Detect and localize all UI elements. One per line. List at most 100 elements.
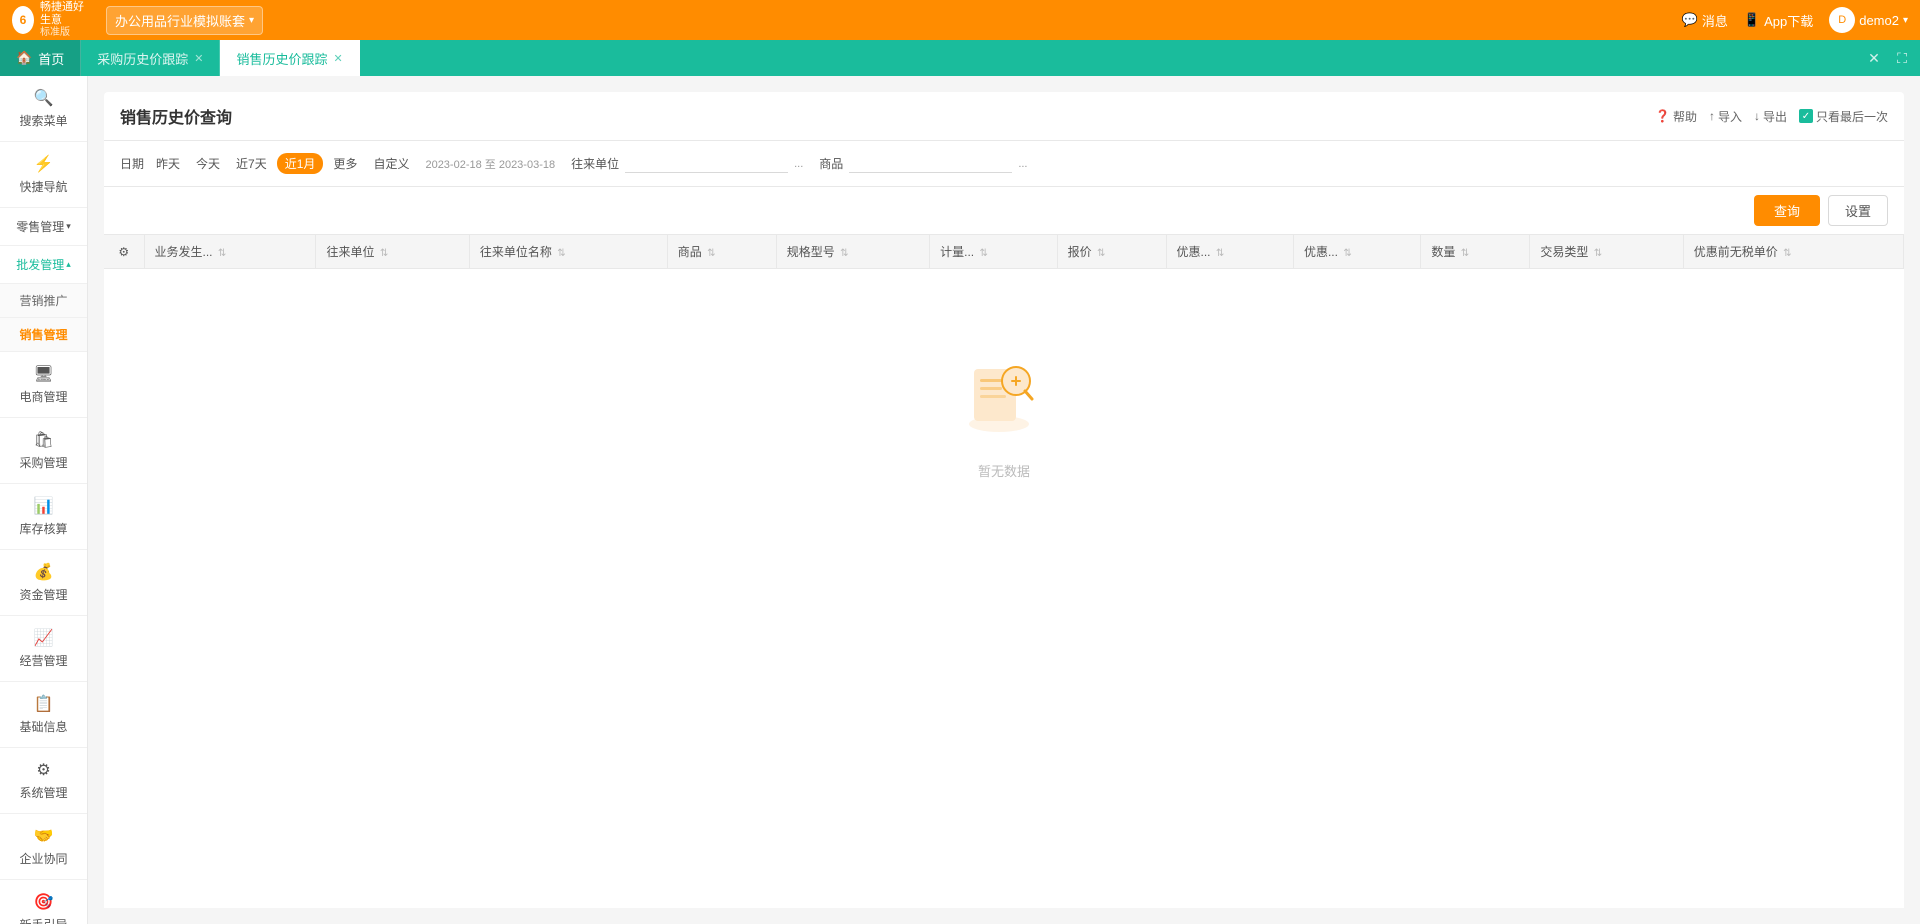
date-btn-last7[interactable]: 近7天: [230, 153, 273, 174]
sort-icon-trade-type: ⇅: [1594, 248, 1602, 259]
search-icon: 🔍: [34, 88, 54, 108]
avatar: D: [1829, 7, 1855, 33]
filter-bar: 日期 昨天 今天 近7天 近1月 更多 自定义 2023-02-18 至 202…: [104, 141, 1904, 187]
th-product[interactable]: 商品 ⇅: [667, 235, 776, 269]
sidebar-item-purchase[interactable]: 🛍 采购管理: [0, 418, 87, 484]
th-discount-amt[interactable]: 优惠... ⇅: [1293, 235, 1420, 269]
sidebar-item-system[interactable]: ⚙ 系统管理: [0, 748, 87, 814]
th-partner-code[interactable]: 往来单位 ⇅: [316, 235, 469, 269]
tab-purchase-history[interactable]: 采购历史价跟踪 ✕: [81, 40, 220, 76]
th-price[interactable]: 报价 ⇅: [1057, 235, 1166, 269]
sidebar-item-finance[interactable]: 💰 资金管理: [0, 550, 87, 616]
sort-icon-spec: ⇅: [840, 248, 848, 259]
purchase-icon: 🛍: [33, 430, 53, 450]
user-menu[interactable]: D demo2 ▾: [1829, 7, 1908, 33]
th-pre-tax-price[interactable]: 优惠前无税单价 ⇅: [1683, 235, 1903, 269]
download-button[interactable]: 📱 App下载: [1744, 11, 1813, 30]
inventory-icon: 📊: [34, 496, 54, 516]
date-btn-custom[interactable]: 自定义: [367, 153, 415, 174]
th-partner-name[interactable]: 往来单位名称 ⇅: [469, 235, 667, 269]
th-quantity[interactable]: 数量 ⇅: [1421, 235, 1530, 269]
system-icon: ⚙: [36, 760, 50, 780]
page-title: 销售历史价查询: [120, 104, 232, 128]
partner-dots: ...: [794, 158, 803, 170]
sidebar-item-sales-mgmt[interactable]: 销售管理: [0, 318, 87, 352]
table-header-row: ⚙ 业务发生... ⇅ 往来单位 ⇅ 往来单位名称: [104, 235, 1904, 269]
only-last-checkbox[interactable]: ✓: [1799, 109, 1813, 123]
sidebar-item-marketing[interactable]: 营销推广: [0, 284, 87, 318]
th-unit[interactable]: 计量... ⇅: [930, 235, 1057, 269]
sidebar-item-wholesale-mgmt[interactable]: 批发管理 ▴: [0, 246, 87, 284]
sidebar-item-basic-info[interactable]: 📋 基础信息: [0, 682, 87, 748]
sidebar-item-quick-nav[interactable]: ⚡ 快捷导航: [0, 142, 87, 208]
empty-icon: [954, 349, 1054, 449]
date-filter-group: 日期 昨天 今天 近7天 近1月 更多 自定义 2023-02-18 至 202…: [120, 153, 555, 174]
ecommerce-icon: 🖥: [33, 364, 53, 384]
tab-actions: ✕ ⛶: [1856, 48, 1920, 68]
data-table: ⚙ 业务发生... ⇅ 往来单位 ⇅ 往来单位名称: [104, 235, 1904, 269]
download-icon: 📱: [1744, 12, 1760, 28]
export-button[interactable]: ↓ 导出: [1754, 108, 1787, 125]
partner-filter-label: 往来单位: [571, 155, 619, 172]
basic-info-icon: 📋: [34, 694, 54, 714]
app-logo: 6: [12, 6, 34, 34]
tab-bar: 🏠 首页 采购历史价跟踪 ✕ 销售历史价跟踪 ✕ ✕ ⛶: [0, 40, 1920, 76]
tab-purchase-close-icon[interactable]: ✕: [194, 52, 203, 65]
sort-icon-partner-code: ⇅: [380, 248, 388, 259]
sidebar-item-operations[interactable]: 📈 经营管理: [0, 616, 87, 682]
th-biz-date[interactable]: 业务发生... ⇅: [144, 235, 316, 269]
table-container: ⚙ 业务发生... ⇅ 往来单位 ⇅ 往来单位名称: [104, 235, 1904, 908]
guide-icon: 🎯: [34, 892, 54, 912]
date-options: 昨天 今天 近7天 近1月 更多 自定义: [150, 153, 415, 174]
th-settings[interactable]: ⚙: [104, 235, 144, 269]
sort-icon-partner-name: ⇅: [557, 248, 565, 259]
page-header: 销售历史价查询 ❓ 帮助 ↑ 导入 ↓ 导出 ✓: [104, 92, 1904, 141]
sort-icon-biz-date: ⇅: [218, 248, 226, 259]
empty-text: 暂无数据: [978, 461, 1030, 480]
tab-close-all-button[interactable]: ✕: [1864, 48, 1884, 68]
query-button[interactable]: 查询: [1754, 195, 1820, 226]
partner-filter-group: 往来单位 ...: [571, 154, 803, 173]
sidebar-item-inventory[interactable]: 📊 库存核算: [0, 484, 87, 550]
date-filter-label: 日期: [120, 155, 144, 172]
message-button[interactable]: 💬 消息: [1682, 11, 1728, 30]
action-bar: 查询 设置: [104, 187, 1904, 235]
import-button[interactable]: ↑ 导入: [1709, 108, 1742, 125]
sidebar-item-search-menu[interactable]: 🔍 搜索菜单: [0, 76, 87, 142]
operations-icon: 📈: [34, 628, 54, 648]
app-selector[interactable]: 办公用品行业模拟账套 ▾: [106, 6, 263, 35]
sort-icon-quantity: ⇅: [1461, 248, 1469, 259]
only-last-toggle[interactable]: ✓ 只看最后一次: [1799, 108, 1888, 125]
content-area: 销售历史价查询 ❓ 帮助 ↑ 导入 ↓ 导出 ✓: [88, 76, 1920, 924]
tab-sales-close-icon[interactable]: ✕: [333, 52, 342, 65]
sidebar-item-new-guide[interactable]: 🎯 新手引导: [0, 880, 87, 924]
sidebar: 🔍 搜索菜单 ⚡ 快捷导航 零售管理 ▾ 批发管理 ▴ 营销推广 销售管理 🖥 …: [0, 76, 88, 924]
th-trade-type[interactable]: 交易类型 ⇅: [1530, 235, 1683, 269]
date-btn-yesterday[interactable]: 昨天: [150, 153, 186, 174]
message-icon: 💬: [1682, 12, 1698, 28]
product-input[interactable]: [849, 154, 1012, 173]
sidebar-item-ecommerce[interactable]: 🖥 电商管理: [0, 352, 87, 418]
chevron-down-icon: ▾: [249, 15, 254, 26]
sort-icon-pre-tax-price: ⇅: [1783, 248, 1791, 259]
help-icon: ❓: [1655, 109, 1670, 123]
th-discount-rate[interactable]: 优惠... ⇅: [1166, 235, 1293, 269]
product-filter-label: 商品: [819, 155, 843, 172]
sidebar-item-enterprise-collab[interactable]: 🤝 企业协同: [0, 814, 87, 880]
finance-icon: 💰: [34, 562, 54, 582]
retail-chevron-icon: ▾: [66, 221, 71, 232]
date-btn-more[interactable]: 更多: [327, 153, 363, 174]
sort-icon-price: ⇅: [1097, 248, 1105, 259]
partner-input[interactable]: [625, 154, 788, 173]
setting-button[interactable]: 设置: [1828, 195, 1888, 226]
tab-maximize-button[interactable]: ⛶: [1892, 48, 1912, 68]
date-btn-today[interactable]: 今天: [190, 153, 226, 174]
tab-sales-history[interactable]: 销售历史价跟踪 ✕: [220, 40, 359, 76]
sidebar-item-retail-mgmt[interactable]: 零售管理 ▾: [0, 208, 87, 246]
tab-home[interactable]: 🏠 首页: [0, 40, 81, 76]
date-btn-last1m[interactable]: 近1月: [277, 153, 324, 174]
help-button[interactable]: ❓ 帮助: [1655, 108, 1697, 125]
product-dots: ...: [1018, 158, 1027, 170]
th-spec[interactable]: 规格型号 ⇅: [776, 235, 929, 269]
page-content: 销售历史价查询 ❓ 帮助 ↑ 导入 ↓ 导出 ✓: [88, 76, 1920, 924]
